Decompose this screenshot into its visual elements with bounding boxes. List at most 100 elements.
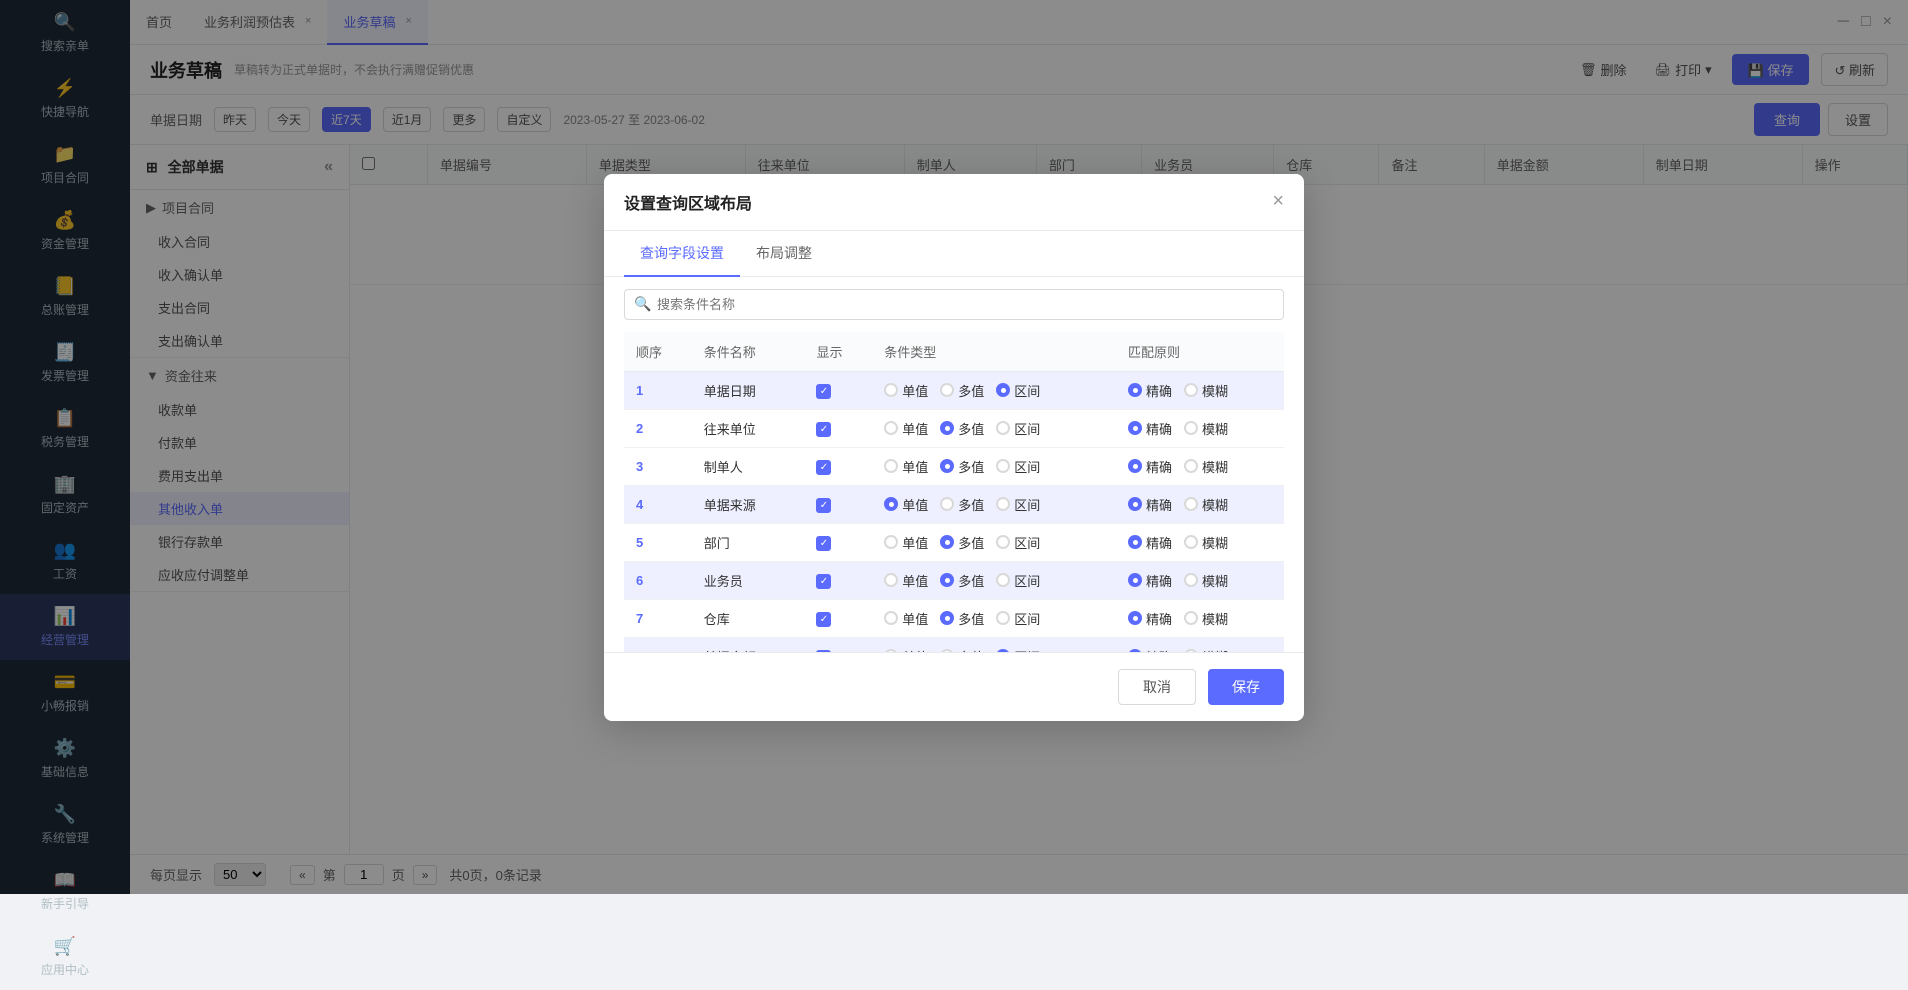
row-name: 单据来源 [692, 485, 805, 523]
show-checkbox[interactable] [816, 422, 831, 437]
type-multi-radio[interactable]: 多值 [940, 419, 984, 438]
modal-col-order: 顺序 [624, 332, 692, 372]
show-checkbox[interactable] [816, 460, 831, 475]
modal-col-match: 匹配原则 [1116, 332, 1284, 372]
match-fuzzy-radio[interactable]: 模糊 [1184, 495, 1228, 514]
modal-body: 查询字段设置 布局调整 🔍 顺序 条件名称 显示 条件类型 [604, 231, 1304, 652]
row-name: 单据金额 [692, 637, 805, 652]
modal: 设置查询区域布局 × 查询字段设置 布局调整 🔍 顺序 条件名称 [604, 174, 1304, 721]
cancel-button[interactable]: 取消 [1118, 669, 1196, 705]
row-order: 6 [624, 561, 692, 599]
show-checkbox[interactable] [816, 498, 831, 513]
match-fuzzy-radio[interactable]: 模糊 [1184, 609, 1228, 628]
type-range-radio[interactable]: 区间 [996, 419, 1040, 438]
modal-search-input[interactable] [624, 289, 1284, 320]
type-range-radio[interactable]: 区间 [996, 381, 1040, 400]
match-exact-radio[interactable]: 精确 [1128, 457, 1172, 476]
type-range-radio[interactable]: 区间 [996, 457, 1040, 476]
modal-close-button[interactable]: × [1272, 190, 1284, 213]
row-name: 往来单位 [692, 409, 805, 447]
modal-table-row: 2往来单位 单值 多值 区间 精确 模糊 [624, 409, 1284, 447]
match-exact-radio[interactable]: 精确 [1128, 381, 1172, 400]
modal-save-button[interactable]: 保存 [1208, 669, 1284, 705]
type-single-radio[interactable]: 单值 [884, 457, 928, 476]
modal-col-show: 显示 [804, 332, 872, 372]
modal-table-row: 8单据金额 单值 多值 区间 精确 模糊 [624, 637, 1284, 652]
sidebar-item-appstore[interactable]: 🛒 应用中心 [0, 924, 130, 990]
match-exact-radio[interactable]: 精确 [1128, 609, 1172, 628]
show-checkbox[interactable] [816, 536, 831, 551]
sidebar-item-label: 应用中心 [41, 961, 89, 978]
type-single-radio[interactable]: 单值 [884, 571, 928, 590]
row-order: 2 [624, 409, 692, 447]
match-fuzzy-radio[interactable]: 模糊 [1184, 381, 1228, 400]
modal-tab-fields[interactable]: 查询字段设置 [624, 231, 740, 277]
type-single-radio[interactable]: 单值 [884, 609, 928, 628]
show-checkbox[interactable] [816, 612, 831, 627]
row-name: 部门 [692, 523, 805, 561]
row-show[interactable] [804, 523, 872, 561]
modal-table-row: 3制单人 单值 多值 区间 精确 模糊 [624, 447, 1284, 485]
modal-overlay[interactable]: 设置查询区域布局 × 查询字段设置 布局调整 🔍 顺序 条件名称 [0, 0, 1908, 894]
row-type: 单值 多值 区间 [872, 561, 1116, 599]
show-checkbox[interactable] [816, 384, 831, 399]
type-range-radio[interactable]: 区间 [996, 495, 1040, 514]
modal-col-name: 条件名称 [692, 332, 805, 372]
match-fuzzy-radio[interactable]: 模糊 [1184, 457, 1228, 476]
row-match: 精确 模糊 [1116, 561, 1284, 599]
type-multi-radio[interactable]: 多值 [940, 609, 984, 628]
row-type: 单值 多值 区间 [872, 485, 1116, 523]
match-exact-radio[interactable]: 精确 [1128, 533, 1172, 552]
row-show[interactable] [804, 599, 872, 637]
match-exact-radio[interactable]: 精确 [1128, 571, 1172, 590]
modal-table-wrapper: 顺序 条件名称 显示 条件类型 匹配原则 1单据日期 单值 多值 [604, 332, 1304, 652]
type-multi-radio[interactable]: 多值 [940, 533, 984, 552]
modal-table-row: 4单据来源 单值 多值 区间 精确 模糊 [624, 485, 1284, 523]
row-show[interactable] [804, 561, 872, 599]
type-range-radio[interactable]: 区间 [996, 571, 1040, 590]
row-show[interactable] [804, 485, 872, 523]
row-show[interactable] [804, 371, 872, 409]
type-multi-radio[interactable]: 多值 [940, 495, 984, 514]
row-show[interactable] [804, 409, 872, 447]
row-match: 精确 模糊 [1116, 409, 1284, 447]
row-type: 单值 多值 区间 [872, 447, 1116, 485]
match-fuzzy-radio[interactable]: 模糊 [1184, 419, 1228, 438]
type-range-radio[interactable]: 区间 [996, 609, 1040, 628]
type-range-radio[interactable]: 区间 [996, 533, 1040, 552]
modal-search-area: 🔍 [604, 277, 1304, 332]
search-wrapper: 🔍 [624, 289, 1284, 320]
row-name: 制单人 [692, 447, 805, 485]
modal-tab-layout[interactable]: 布局调整 [740, 231, 828, 277]
type-multi-radio[interactable]: 多值 [940, 571, 984, 590]
row-name: 仓库 [692, 599, 805, 637]
row-type: 单值 多值 区间 [872, 409, 1116, 447]
type-multi-radio[interactable]: 多值 [940, 457, 984, 476]
row-order: 5 [624, 523, 692, 561]
modal-title: 设置查询区域布局 [624, 190, 752, 214]
row-show[interactable] [804, 637, 872, 652]
type-single-radio[interactable]: 单值 [884, 419, 928, 438]
modal-table-row: 7仓库 单值 多值 区间 精确 模糊 [624, 599, 1284, 637]
type-single-radio[interactable]: 单值 [884, 533, 928, 552]
modal-col-type: 条件类型 [872, 332, 1116, 372]
modal-header: 设置查询区域布局 × [604, 174, 1304, 231]
row-match: 精确 模糊 [1116, 637, 1284, 652]
store-icon: 🛒 [54, 936, 76, 957]
type-multi-radio[interactable]: 多值 [940, 381, 984, 400]
match-exact-radio[interactable]: 精确 [1128, 495, 1172, 514]
match-fuzzy-radio[interactable]: 模糊 [1184, 533, 1228, 552]
row-name: 单据日期 [692, 371, 805, 409]
row-type: 单值 多值 区间 [872, 637, 1116, 652]
modal-footer: 取消 保存 [604, 652, 1304, 721]
row-name: 业务员 [692, 561, 805, 599]
match-exact-radio[interactable]: 精确 [1128, 419, 1172, 438]
modal-table-row: 5部门 单值 多值 区间 精确 模糊 [624, 523, 1284, 561]
match-fuzzy-radio[interactable]: 模糊 [1184, 571, 1228, 590]
row-show[interactable] [804, 447, 872, 485]
type-single-radio[interactable]: 单值 [884, 495, 928, 514]
row-order: 7 [624, 599, 692, 637]
show-checkbox[interactable] [816, 574, 831, 589]
row-match: 精确 模糊 [1116, 447, 1284, 485]
type-single-radio[interactable]: 单值 [884, 381, 928, 400]
